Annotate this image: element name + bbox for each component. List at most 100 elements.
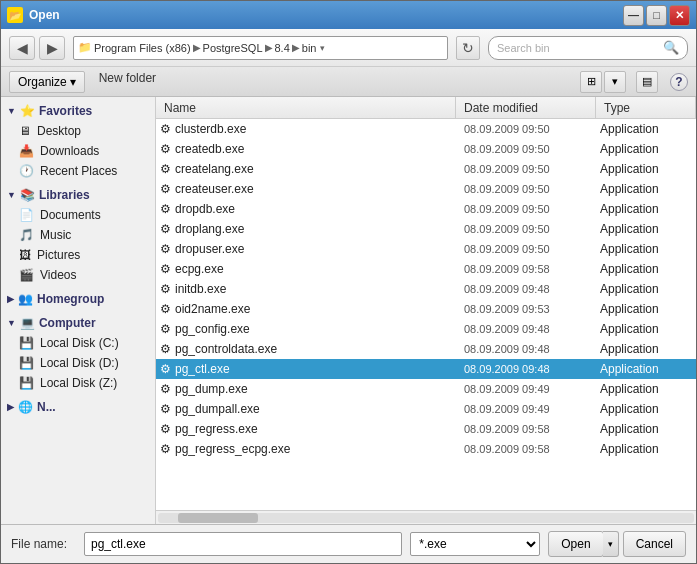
path-dropdown-arrow[interactable]: ▾ (320, 43, 325, 53)
libraries-header[interactable]: ▼ 📚 Libraries (1, 185, 155, 205)
file-type: Application (596, 202, 696, 216)
file-icon: ⚙ (160, 342, 171, 356)
path-label-3: 8.4 (275, 42, 290, 54)
music-icon: 🎵 (19, 228, 34, 242)
navigation-panel: ▼ ⭐ Favorites 🖥 Desktop 📥 Downloads 🕐 Re… (1, 97, 156, 524)
column-date-header[interactable]: Date modified (456, 97, 596, 118)
refresh-button[interactable]: ↻ (456, 36, 480, 60)
file-name-cell: ⚙clusterdb.exe (156, 122, 456, 136)
table-row[interactable]: ⚙createlang.exe08.09.2009 09:50Applicati… (156, 159, 696, 179)
sidebar-item-music[interactable]: 🎵 Music (1, 225, 155, 245)
view-details-dropdown[interactable]: ▾ (604, 71, 626, 93)
favorites-label: Favorites (39, 104, 92, 118)
homegroup-icon: 👥 (18, 292, 33, 306)
computer-header[interactable]: ▼ 💻 Computer (1, 313, 155, 333)
back-button[interactable]: ◀ (9, 36, 35, 60)
table-row[interactable]: ⚙initdb.exe08.09.2009 09:48Application (156, 279, 696, 299)
close-button[interactable]: ✕ (669, 5, 690, 26)
computer-expand-icon: ▼ (7, 318, 16, 328)
file-list: ⚙clusterdb.exe08.09.2009 09:50Applicatio… (156, 119, 696, 510)
file-type: Application (596, 262, 696, 276)
filename-input[interactable] (84, 532, 402, 556)
file-type: Application (596, 322, 696, 336)
file-name: ecpg.exe (175, 262, 224, 276)
file-date: 08.09.2009 09:48 (456, 283, 596, 295)
address-toolbar: ◀ ▶ 📁 Program Files (x86) ▶ PostgreSQL ▶… (1, 29, 696, 67)
table-row[interactable]: ⚙pg_dump.exe08.09.2009 09:49Application (156, 379, 696, 399)
favorites-section: ▼ ⭐ Favorites 🖥 Desktop 📥 Downloads 🕐 Re… (1, 101, 155, 181)
file-icon: ⚙ (160, 362, 171, 376)
table-row[interactable]: ⚙pg_regress_ecpg.exe08.09.2009 09:58Appl… (156, 439, 696, 459)
sidebar-item-documents[interactable]: 📄 Documents (1, 205, 155, 225)
horizontal-scrollbar[interactable] (156, 510, 696, 524)
file-date: 08.09.2009 09:58 (456, 423, 596, 435)
table-row[interactable]: ⚙pg_regress.exe08.09.2009 09:58Applicati… (156, 419, 696, 439)
file-type: Application (596, 362, 696, 376)
libraries-label: Libraries (39, 188, 90, 202)
file-name-cell: ⚙ createdb.exe (156, 142, 456, 156)
sidebar-item-local-disk-c[interactable]: 💾 Local Disk (C:) (1, 333, 155, 353)
table-row[interactable]: ⚙oid2name.exe08.09.2009 09:53Application (156, 299, 696, 319)
table-row[interactable]: ⚙dropdb.exe08.09.2009 09:50Application (156, 199, 696, 219)
file-name: initdb.exe (175, 282, 226, 296)
network-header[interactable]: ▶ 🌐 N... (1, 397, 155, 417)
address-bar[interactable]: 📁 Program Files (x86) ▶ PostgreSQL ▶ 8.4… (73, 36, 448, 60)
disk-icon-z: 💾 (19, 376, 34, 390)
open-arrow-button[interactable]: ▾ (603, 531, 619, 557)
desktop-label: Desktop (37, 124, 81, 138)
column-name-header[interactable]: Name (156, 97, 456, 118)
table-row[interactable]: ⚙clusterdb.exe08.09.2009 09:50Applicatio… (156, 119, 696, 139)
file-icon: ⚙ (160, 242, 171, 256)
sidebar-item-local-disk-d[interactable]: 💾 Local Disk (D:) (1, 353, 155, 373)
path-label-2: PostgreSQL (203, 42, 263, 54)
table-row[interactable]: ⚙createuser.exe08.09.2009 09:50Applicati… (156, 179, 696, 199)
file-icon: ⚙ (160, 142, 171, 156)
table-row[interactable]: ⚙pg_dumpall.exe08.09.2009 09:49Applicati… (156, 399, 696, 419)
filetype-select[interactable]: *.exe (410, 532, 540, 556)
sidebar-item-pictures[interactable]: 🖼 Pictures (1, 245, 155, 265)
file-name: createdb.exe (175, 142, 244, 156)
open-button[interactable]: Open (548, 531, 603, 557)
file-name-cell: ⚙pg_dump.exe (156, 382, 456, 396)
table-row[interactable]: ⚙dropuser.exe08.09.2009 09:50Application (156, 239, 696, 259)
folder-icon-1: 📁 (78, 41, 92, 54)
maximize-button[interactable]: □ (646, 5, 667, 26)
search-box[interactable]: Search bin 🔍 (488, 36, 688, 60)
minimize-button[interactable]: — (623, 5, 644, 26)
homegroup-header[interactable]: ▶ 👥 Homegroup (1, 289, 155, 309)
table-row[interactable]: ⚙pg_controldata.exe08.09.2009 09:48Appli… (156, 339, 696, 359)
cancel-button[interactable]: Cancel (623, 531, 686, 557)
sidebar-item-desktop[interactable]: 🖥 Desktop (1, 121, 155, 141)
table-row[interactable]: ⚙droplang.exe08.09.2009 09:50Application (156, 219, 696, 239)
table-row[interactable]: ⚙ecpg.exe08.09.2009 09:58Application (156, 259, 696, 279)
file-date: 08.09.2009 09:58 (456, 443, 596, 455)
column-type-header[interactable]: Type (596, 97, 696, 118)
recent-places-icon: 🕐 (19, 164, 34, 178)
forward-button[interactable]: ▶ (39, 36, 65, 60)
sidebar-item-local-disk-z[interactable]: 💾 Local Disk (Z:) (1, 373, 155, 393)
videos-icon: 🎬 (19, 268, 34, 282)
preview-pane-button[interactable]: ▤ (636, 71, 658, 93)
title-bar: 📂 Open — □ ✕ (1, 1, 696, 29)
sidebar-item-recent-places[interactable]: 🕐 Recent Places (1, 161, 155, 181)
action-buttons: Open ▾ Cancel (548, 531, 686, 557)
column-headers: Name Date modified Type (156, 97, 696, 119)
path-segment-2: PostgreSQL (203, 42, 263, 54)
sidebar-item-downloads[interactable]: 📥 Downloads (1, 141, 155, 161)
disk-icon-d: 💾 (19, 356, 34, 370)
recent-places-label: Recent Places (40, 164, 117, 178)
organize-button[interactable]: Organize ▾ (9, 71, 85, 93)
new-folder-button[interactable]: New folder (93, 71, 162, 93)
file-name: createlang.exe (175, 162, 254, 176)
view-list-button[interactable]: ⊞ (580, 71, 602, 93)
table-row[interactable]: ⚙pg_ctl.exe08.09.2009 09:48Application (156, 359, 696, 379)
table-row[interactable]: ⚙pg_config.exe08.09.2009 09:48Applicatio… (156, 319, 696, 339)
file-icon: ⚙ (160, 382, 171, 396)
file-date: 08.09.2009 09:58 (456, 263, 596, 275)
file-date: 08.09.2009 09:53 (456, 303, 596, 315)
help-button[interactable]: ? (670, 73, 688, 91)
sidebar-item-videos[interactable]: 🎬 Videos (1, 265, 155, 285)
h-scroll-track (158, 513, 694, 523)
favorites-header[interactable]: ▼ ⭐ Favorites (1, 101, 155, 121)
table-row[interactable]: ⚙createdb.exe08.09.2009 09:50Application (156, 139, 696, 159)
